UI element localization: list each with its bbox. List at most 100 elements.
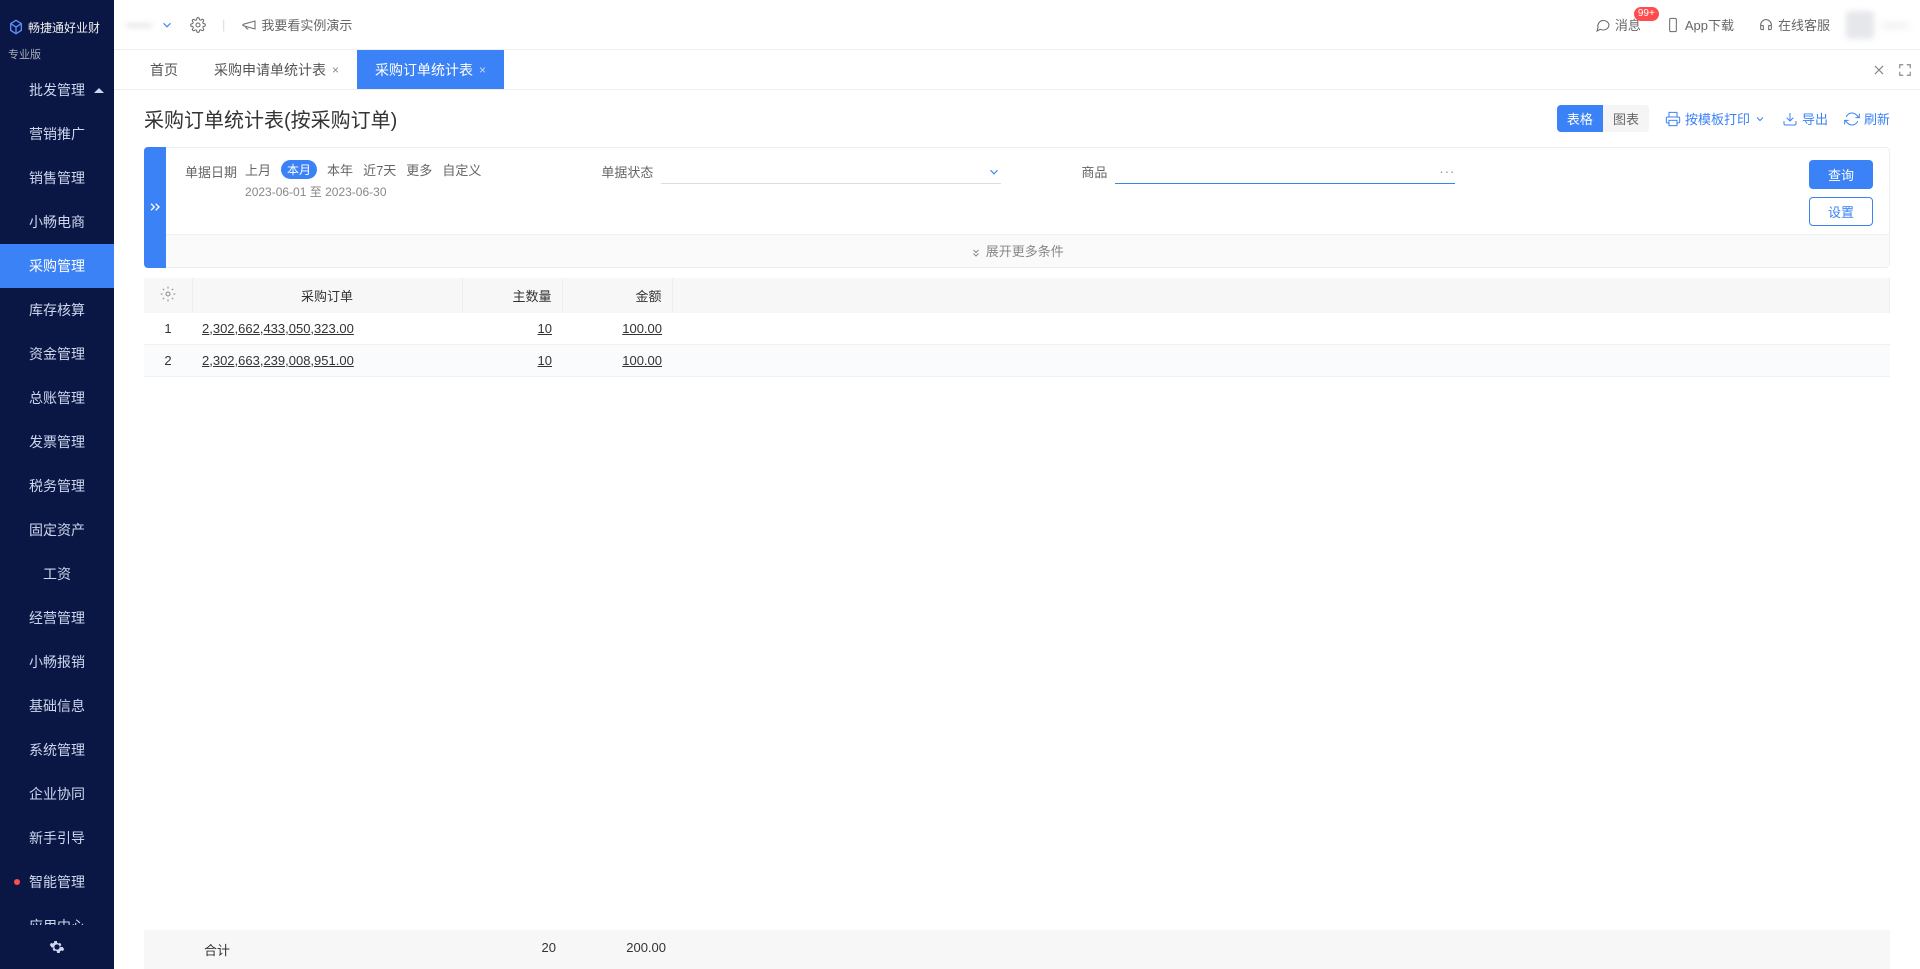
mobile-icon xyxy=(1665,17,1681,33)
topbar: —— | 我要看实例演示 消息 xyxy=(114,0,1920,50)
sidebar-item[interactable]: 应用中心 xyxy=(0,904,114,925)
sidebar-item[interactable]: 库存核算 xyxy=(0,288,114,332)
order-link[interactable]: 2,302,663,239,008,951.00 xyxy=(202,353,354,368)
gear-icon xyxy=(190,17,206,33)
main-area: —— | 我要看实例演示 消息 xyxy=(114,0,1920,969)
page-header: 采购订单统计表(按采购订单) 表格 图表 按模板打印 xyxy=(144,104,1890,133)
gear-icon xyxy=(160,286,176,302)
col-header-spacer xyxy=(672,278,1890,313)
date-option[interactable]: 近7天 xyxy=(363,160,396,179)
messages-button[interactable]: 消息 99+ xyxy=(1587,15,1649,34)
view-toggle: 表格 图表 xyxy=(1557,105,1649,132)
org-name: —— xyxy=(126,17,152,32)
sidebar-item[interactable]: 小畅报销 xyxy=(0,640,114,684)
sidebar-item[interactable]: 资金管理 xyxy=(0,332,114,376)
sidebar-item[interactable]: 系统管理 xyxy=(0,728,114,772)
sidebar-item[interactable]: 总账管理 xyxy=(0,376,114,420)
brand-edition: 专业版 xyxy=(0,46,114,62)
tab[interactable]: 采购申请单统计表 × xyxy=(196,50,357,89)
col-header-order[interactable]: 采购订单 xyxy=(192,278,462,313)
close-all-icon[interactable] xyxy=(1872,62,1886,78)
close-icon[interactable]: × xyxy=(479,63,486,77)
support-button[interactable]: 在线客服 xyxy=(1750,15,1838,34)
footer-amount: 200.00 xyxy=(566,940,676,959)
sidebar-item[interactable]: 发票管理 xyxy=(0,420,114,464)
content: 采购订单统计表(按采购订单) 表格 图表 按模板打印 xyxy=(114,90,1920,969)
date-option[interactable]: 本年 xyxy=(327,160,353,179)
qty-cell[interactable]: 10 xyxy=(462,344,562,376)
message-badge: 99+ xyxy=(1634,7,1659,21)
sidebar-item[interactable]: 基础信息 xyxy=(0,684,114,728)
chevron-down-icon xyxy=(987,164,1001,180)
sidebar-item[interactable]: 营销推广 xyxy=(0,112,114,156)
demo-link[interactable]: 我要看实例演示 xyxy=(233,15,360,34)
footer-qty: 20 xyxy=(466,940,566,959)
sidebar-item[interactable]: 采购管理 xyxy=(0,244,114,288)
footer-label: 合计 xyxy=(156,940,466,959)
tab-label: 首页 xyxy=(150,60,178,80)
date-range-options: 上月本月本年近7天更多自定义 xyxy=(245,160,481,179)
product-label: 商品 xyxy=(1081,160,1107,181)
tab[interactable]: 首页 xyxy=(132,50,196,89)
brand-icon xyxy=(8,19,24,35)
filter-settings-button[interactable]: 设置 xyxy=(1809,197,1873,226)
tab-label: 采购申请单统计表 xyxy=(214,60,326,80)
search-button[interactable]: 查询 xyxy=(1809,160,1873,189)
status-label: 单据状态 xyxy=(601,160,653,181)
sidebar-settings[interactable] xyxy=(0,925,114,969)
message-icon xyxy=(1595,17,1611,33)
qty-cell[interactable]: 10 xyxy=(462,313,562,345)
date-option[interactable]: 本月 xyxy=(281,160,317,179)
sidebar-item[interactable]: 销售管理 xyxy=(0,156,114,200)
product-input[interactable]: ··· xyxy=(1115,160,1455,184)
collapse-filter-button[interactable] xyxy=(144,147,166,268)
speaker-icon xyxy=(241,17,257,33)
fullscreen-icon[interactable] xyxy=(1898,62,1912,78)
order-link[interactable]: 2,302,662,433,050,323.00 xyxy=(202,321,354,336)
org-selector[interactable]: —— xyxy=(126,17,152,32)
date-option[interactable]: 上月 xyxy=(245,160,271,179)
data-table: 采购订单 主数量 金额 12,302,662,433,050,323.00101… xyxy=(144,278,1890,377)
sidebar-item[interactable]: 小畅电商 xyxy=(0,200,114,244)
headset-icon xyxy=(1758,17,1774,33)
chevrons-right-icon xyxy=(147,199,163,215)
tab[interactable]: 采购订单统计表 × xyxy=(357,50,504,89)
avatar[interactable] xyxy=(1846,11,1874,39)
sidebar-item[interactable]: 经营管理 xyxy=(0,596,114,640)
print-icon xyxy=(1665,111,1681,127)
sidebar-item[interactable]: 固定资产 xyxy=(0,508,114,552)
col-header-amount[interactable]: 金额 xyxy=(562,278,672,313)
sidebar-item[interactable]: 企业协同 xyxy=(0,772,114,816)
amount-cell[interactable]: 100.00 xyxy=(562,344,672,376)
sidebar-item[interactable]: 智能管理 xyxy=(0,860,114,904)
close-icon[interactable]: × xyxy=(332,63,339,77)
date-option[interactable]: 自定义 xyxy=(442,160,481,179)
date-range-display: 2023-06-01 至 2023-06-30 xyxy=(245,183,481,200)
refresh-button[interactable]: 刷新 xyxy=(1844,109,1890,128)
col-header-qty[interactable]: 主数量 xyxy=(462,278,562,313)
sidebar-item[interactable]: 新手引导 xyxy=(0,816,114,860)
date-option[interactable]: 更多 xyxy=(406,160,432,179)
refresh-icon xyxy=(1844,111,1860,127)
print-template-button[interactable]: 按模板打印 xyxy=(1665,109,1766,128)
export-button[interactable]: 导出 xyxy=(1782,109,1828,128)
sidebar-item[interactable]: 工资 xyxy=(0,552,114,596)
column-settings[interactable] xyxy=(144,278,192,313)
sidebar-item[interactable]: 税务管理 xyxy=(0,464,114,508)
sidebar-item[interactable]: 批发管理 xyxy=(0,68,114,112)
date-label: 单据日期 xyxy=(185,160,237,181)
view-chart-button[interactable]: 图表 xyxy=(1603,105,1649,132)
topbar-settings[interactable] xyxy=(182,17,214,33)
view-table-button[interactable]: 表格 xyxy=(1557,105,1603,132)
expand-filters-button[interactable]: 展开更多条件 xyxy=(145,234,1889,267)
user-name: —— xyxy=(1882,17,1908,32)
chevron-down-icon xyxy=(1754,111,1766,127)
tabs-bar: 首页 采购申请单统计表 × 采购订单统计表 × xyxy=(114,50,1920,90)
brand-name: 畅捷通好业财 xyxy=(28,19,100,36)
export-icon xyxy=(1782,111,1798,127)
app-download-button[interactable]: App下载 xyxy=(1657,15,1742,34)
amount-cell[interactable]: 100.00 xyxy=(562,313,672,345)
chevron-down-icon[interactable] xyxy=(160,17,174,33)
status-select[interactable] xyxy=(661,160,1001,184)
tab-label: 采购订单统计表 xyxy=(375,60,473,80)
